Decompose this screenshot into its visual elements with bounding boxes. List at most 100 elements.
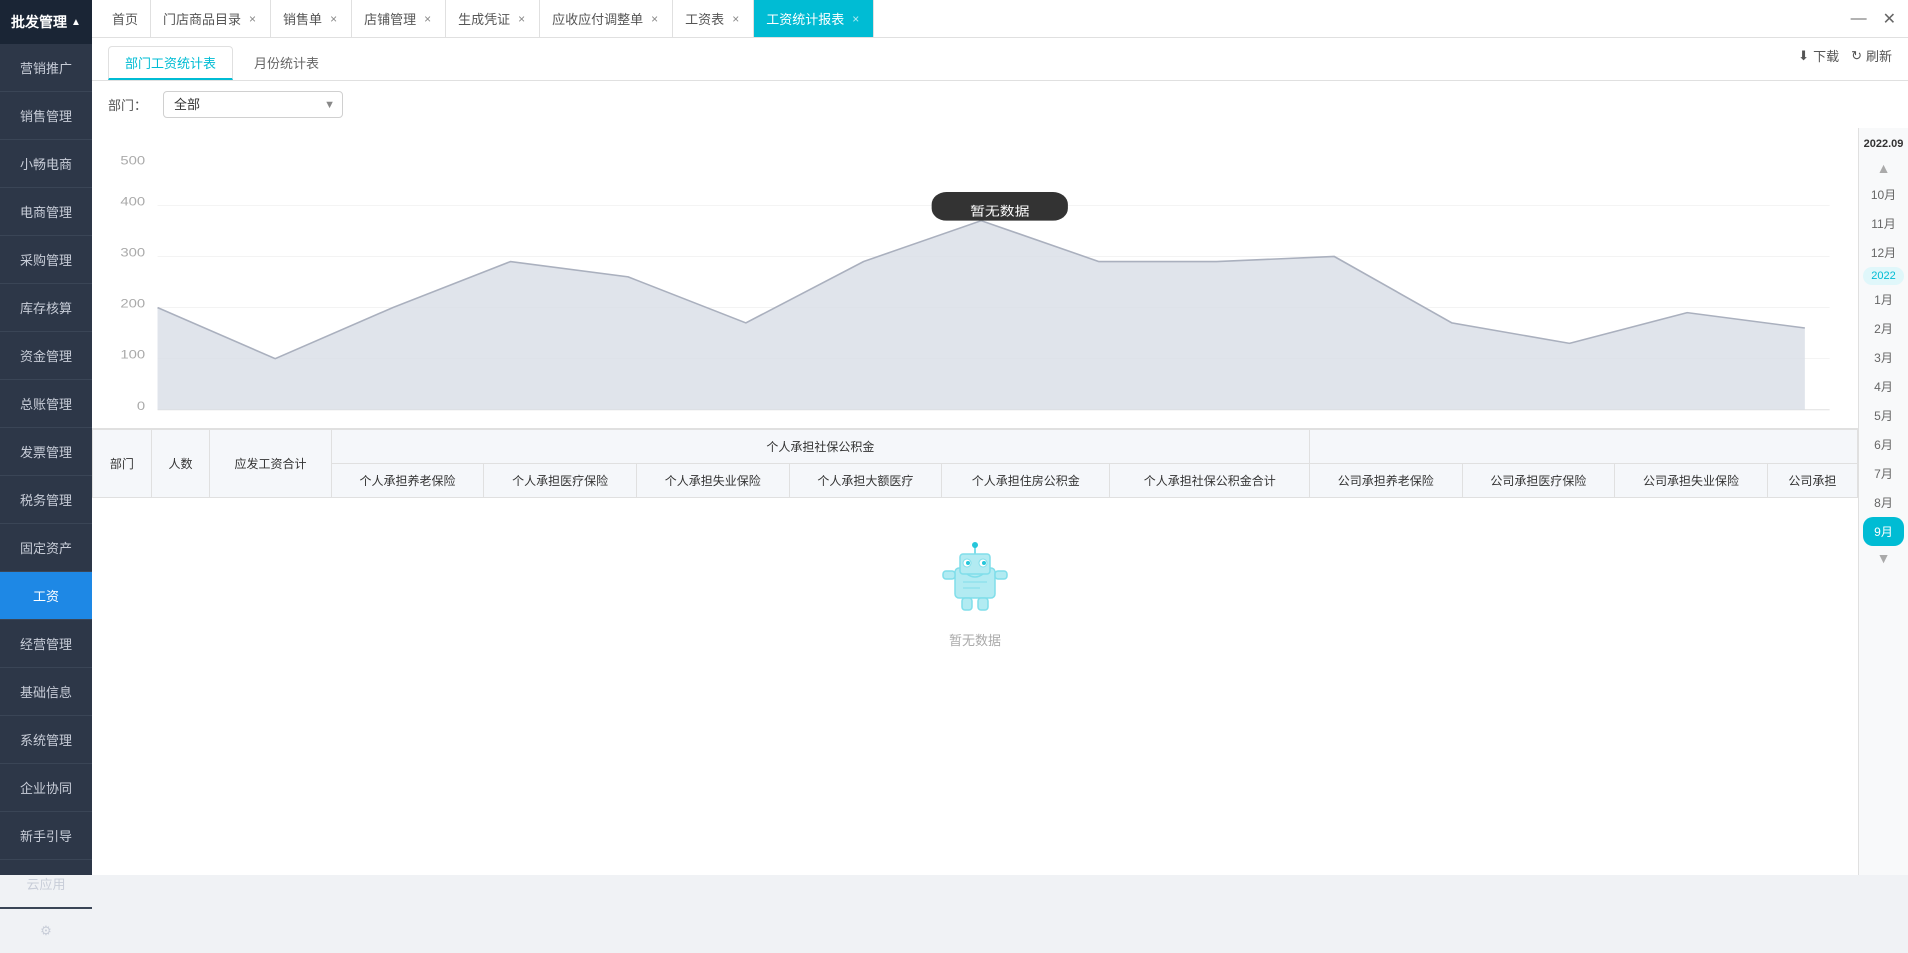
arrow-up-button[interactable]: ▲ — [1873, 156, 1895, 180]
th-personal-medical: 个人承担医疗保险 — [484, 464, 637, 498]
sidebar-item-云应用[interactable]: 云应用 — [0, 860, 92, 908]
sidebar-header[interactable]: 批发管理 ▲ — [0, 0, 92, 44]
tab-close-button[interactable]: × — [730, 12, 741, 26]
window-minimize-button[interactable]: — — [1847, 6, 1871, 32]
tab-close-button[interactable]: × — [516, 12, 527, 26]
sidebar-item-税务管理[interactable]: 税务管理 — [0, 476, 92, 524]
sidebar-arrow-icon: ▲ — [71, 17, 81, 28]
tab-close-button[interactable]: × — [649, 12, 660, 26]
th-salary: 应发工资合计 — [210, 430, 331, 498]
table-container[interactable]: 部门 人数 应发工资合计 个人承担社保公积金 个人承担养老保险 个人承担医疗保险… — [92, 428, 1858, 875]
th-personal-pension: 个人承担养老保险 — [331, 464, 484, 498]
sidebar-item-小畅电商[interactable]: 小畅电商 — [0, 140, 92, 188]
empty-text: 暂无数据 — [949, 630, 1001, 649]
sidebar-item-基础信息[interactable]: 基础信息 — [0, 668, 92, 716]
empty-robot-icon — [935, 538, 1015, 618]
timeline-month[interactable]: 9月 — [1863, 517, 1904, 546]
chart-tooltip-group: 暂无数据 — [932, 192, 1068, 221]
tab-label: 店铺管理 — [364, 9, 416, 28]
timeline-month[interactable]: 1月 — [1859, 285, 1908, 314]
timeline-year[interactable]: 2022 — [1863, 267, 1904, 285]
tab-应收应付调整单[interactable]: 应收应付调整单× — [540, 0, 673, 38]
sidebar-item-电商管理[interactable]: 电商管理 — [0, 188, 92, 236]
tab-close-button[interactable]: × — [850, 12, 861, 26]
tab-门店商品目录[interactable]: 门店商品目录× — [151, 0, 271, 38]
refresh-icon: ↻ — [1851, 48, 1862, 64]
th-personal-social: 个人承担社保公积金 — [331, 430, 1309, 464]
sidebar-item-新手引导[interactable]: 新手引导 — [0, 812, 92, 860]
th-company-unemployment: 公司承担失业保险 — [1615, 464, 1768, 498]
dept-select[interactable]: 全部销售部财务部技术部行政部 — [163, 91, 343, 118]
data-table: 部门 人数 应发工资合计 个人承担社保公积金 个人承担养老保险 个人承担医疗保险… — [92, 429, 1858, 498]
timeline-month[interactable]: 3月 — [1859, 343, 1908, 372]
tab-label: 销售单 — [283, 9, 322, 28]
tab-label: 首页 — [112, 9, 138, 28]
sidebar-item-营销推广[interactable]: 营销推广 — [0, 44, 92, 92]
dept-label: 部门： — [108, 95, 147, 114]
sidebar-item-销售管理[interactable]: 销售管理 — [0, 92, 92, 140]
timeline-month[interactable]: 5月 — [1859, 401, 1908, 430]
tab-店铺管理[interactable]: 店铺管理 × — [352, 0, 446, 38]
tab-close-button[interactable]: × — [247, 12, 258, 26]
sidebar-item-发票管理[interactable]: 发票管理 — [0, 428, 92, 476]
timeline-month[interactable]: 12月 — [1859, 238, 1908, 267]
timeline-month[interactable]: 8月 — [1859, 488, 1908, 517]
inner-tabs-container: 部门工资统计表月份统计表 — [108, 46, 336, 80]
tab-bar-end: — ✕ — [1847, 5, 1900, 33]
svg-text:0: 0 — [137, 399, 146, 413]
sidebar-item-库存核算[interactable]: 库存核算 — [0, 284, 92, 332]
tab-首页[interactable]: 首页 — [100, 0, 151, 38]
settings-icon: ⚙ — [40, 923, 52, 938]
window-close-button[interactable]: ✕ — [1879, 5, 1900, 33]
th-company-pension: 公司承担养老保险 — [1310, 464, 1463, 498]
chart-svg: 0 100 200 300 400 500 — [108, 144, 1842, 420]
refresh-label: 刷新 — [1866, 46, 1892, 65]
timeline-month[interactable]: 4月 — [1859, 372, 1908, 401]
timeline-month[interactable]: 11月 — [1859, 209, 1908, 238]
content-area: 部门工资统计表月份统计表 ⬇ 下载 ↻ 刷新 部门： 全部销售部财务部技术部行政… — [92, 38, 1908, 875]
tab-生成凭证[interactable]: 生成凭证 × — [446, 0, 540, 38]
sidebar-item-采购管理[interactable]: 采购管理 — [0, 236, 92, 284]
sidebar: 批发管理 ▲ 营销推广销售管理小畅电商电商管理采购管理库存核算资金管理总账管理发… — [0, 0, 92, 875]
inner-tab-部门工资统计表[interactable]: 部门工资统计表 — [108, 46, 233, 80]
th-personal-housing: 个人承担住房公积金 — [942, 464, 1110, 498]
table-header-row-1: 部门 人数 应发工资合计 个人承担社保公积金 — [93, 430, 1858, 464]
sidebar-item-资金管理[interactable]: 资金管理 — [0, 332, 92, 380]
download-icon: ⬇ — [1798, 48, 1809, 64]
timeline-month[interactable]: 7月 — [1859, 459, 1908, 488]
th-company-social — [1310, 430, 1858, 464]
download-label: 下载 — [1813, 46, 1839, 65]
download-button[interactable]: ⬇ 下载 — [1798, 46, 1839, 65]
tab-工资统计报表[interactable]: 工资统计报表× — [754, 0, 874, 38]
refresh-button[interactable]: ↻ 刷新 — [1851, 46, 1892, 65]
timeline-date[interactable]: 2022.09 — [1859, 132, 1908, 156]
sidebar-item-固定资产[interactable]: 固定资产 — [0, 524, 92, 572]
chart-container: 0 100 200 300 400 500 — [92, 128, 1858, 428]
toolbar: 部门： 全部销售部财务部技术部行政部 ▼ — [92, 81, 1908, 128]
empty-state: 暂无数据 — [92, 498, 1858, 689]
tab-label: 生成凭证 — [458, 9, 510, 28]
timeline-panel: 2022.09▲10月11月12月20221月2月3月4月5月6月7月8月9月▼ — [1858, 128, 1908, 875]
sidebar-item-总账管理[interactable]: 总账管理 — [0, 380, 92, 428]
sidebar-item-经营管理[interactable]: 经营管理 — [0, 620, 92, 668]
timeline-month[interactable]: 6月 — [1859, 430, 1908, 459]
sidebar-items-container: 营销推广销售管理小畅电商电商管理采购管理库存核算资金管理总账管理发票管理税务管理… — [0, 44, 92, 908]
timeline-month[interactable]: 10月 — [1859, 180, 1908, 209]
tab-销售单[interactable]: 销售单 × — [271, 0, 352, 38]
arrow-down-button[interactable]: ▼ — [1873, 546, 1895, 570]
sidebar-item-企业协同[interactable]: 企业协同 — [0, 764, 92, 812]
inner-tab-月份统计表[interactable]: 月份统计表 — [237, 46, 336, 80]
sidebar-item-工资[interactable]: 工资 — [0, 572, 92, 620]
tab-bar: 首页门店商品目录×销售单×店铺管理×生成凭证×应收应付调整单×工资表×工资统计报… — [92, 0, 1908, 38]
dept-select-wrapper: 全部销售部财务部技术部行政部 ▼ — [163, 91, 343, 118]
inner-tabs: 部门工资统计表月份统计表 ⬇ 下载 ↻ 刷新 — [92, 38, 1908, 81]
timeline-month[interactable]: 2月 — [1859, 314, 1908, 343]
sidebar-item-系统管理[interactable]: 系统管理 — [0, 716, 92, 764]
sidebar-settings[interactable]: ⚙ — [0, 908, 92, 953]
svg-text:400: 400 — [120, 195, 145, 209]
tab-label: 工资表 — [685, 9, 724, 28]
tab-close-button[interactable]: × — [422, 12, 433, 26]
tab-close-button[interactable]: × — [328, 12, 339, 26]
th-count: 人数 — [151, 430, 210, 498]
tab-工资表[interactable]: 工资表 × — [673, 0, 754, 38]
